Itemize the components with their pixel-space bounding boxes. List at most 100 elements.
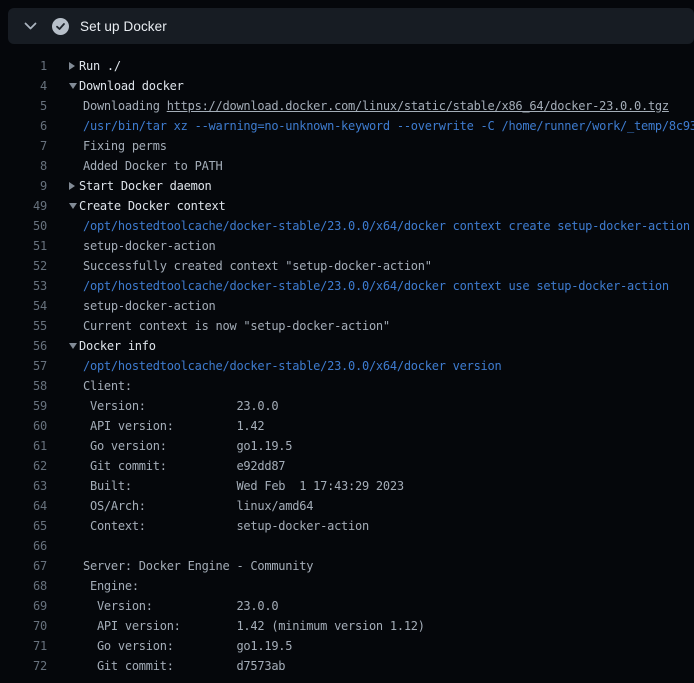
line-number[interactable]: 68 <box>0 576 47 596</box>
group-title: Start Docker daemon <box>79 176 212 196</box>
triangle-down-icon[interactable] <box>69 203 77 209</box>
line-number[interactable]: 55 <box>0 316 47 336</box>
log-line: 50/opt/hostedtoolcache/docker-stable/23.… <box>0 216 694 236</box>
log-line: 59 Version: 23.0.0 <box>0 396 694 416</box>
line-number[interactable]: 59 <box>0 396 47 416</box>
line-number[interactable]: 60 <box>0 416 47 436</box>
line-number[interactable]: 50 <box>0 216 47 236</box>
line-number[interactable]: 64 <box>0 496 47 516</box>
log-text: Engine: <box>83 576 139 596</box>
log-line: 71 Go version: go1.19.5 <box>0 636 694 656</box>
log-text: Current context is now "setup-docker-act… <box>83 316 390 336</box>
log-command: /opt/hostedtoolcache/docker-stable/23.0.… <box>83 276 669 296</box>
line-number[interactable]: 49 <box>0 196 47 216</box>
line-number[interactable]: 5 <box>0 96 47 116</box>
log-line: 8 Added Docker to PATH <box>0 156 694 176</box>
group-title: Docker info <box>79 336 156 356</box>
log-line: 64 OS/Arch: linux/amd64 <box>0 496 694 516</box>
log-group-row[interactable]: 9 Start Docker daemon <box>0 176 694 196</box>
log-command: /usr/bin/tar xz --warning=no-unknown-key… <box>83 116 694 136</box>
log-group-row[interactable]: 56 Docker info <box>0 336 694 356</box>
line-number[interactable]: 72 <box>0 656 47 676</box>
log-text: Context: setup-docker-action <box>83 516 369 536</box>
line-number[interactable]: 65 <box>0 516 47 536</box>
log-text: API version: 1.42 <box>83 416 264 436</box>
log-text-part: Downloading <box>83 99 167 113</box>
chevron-down-icon[interactable] <box>24 22 37 31</box>
log-line: 61 Go version: go1.19.5 <box>0 436 694 456</box>
log-group-row[interactable]: 1 Run ./ <box>0 56 694 76</box>
log-command: /opt/hostedtoolcache/docker-stable/23.0.… <box>83 356 501 376</box>
line-number[interactable]: 57 <box>0 356 47 376</box>
line-number[interactable]: 52 <box>0 256 47 276</box>
line-number[interactable]: 58 <box>0 376 47 396</box>
line-number[interactable]: 66 <box>0 536 47 556</box>
step-header-set-up-docker[interactable]: Set up Docker <box>8 8 694 44</box>
log-line: 62 Git commit: e92dd87 <box>0 456 694 476</box>
line-number[interactable]: 6 <box>0 116 47 136</box>
log-text: setup-docker-action <box>83 296 216 316</box>
line-number[interactable]: 53 <box>0 276 47 296</box>
log-line: 68 Engine: <box>0 576 694 596</box>
log-command: /opt/hostedtoolcache/docker-stable/23.0.… <box>83 216 690 236</box>
log-line: 63 Built: Wed Feb 1 17:43:29 2023 <box>0 476 694 496</box>
line-number[interactable]: 63 <box>0 476 47 496</box>
log-text: API version: 1.42 (minimum version 1.12) <box>83 616 425 636</box>
log-line: 70 API version: 1.42 (minimum version 1.… <box>0 616 694 636</box>
log-text: Successfully created context "setup-dock… <box>83 256 432 276</box>
line-number[interactable]: 7 <box>0 136 47 156</box>
log-text: Version: 23.0.0 <box>83 396 278 416</box>
log-line: 58Client: <box>0 376 694 396</box>
log-line: 51 setup-docker-action <box>0 236 694 256</box>
log-text: Go version: go1.19.5 <box>83 636 292 656</box>
line-number[interactable]: 1 <box>0 56 47 76</box>
line-number[interactable]: 71 <box>0 636 47 656</box>
log-lines: 1 Run ./ 4 Download docker 5 Downloading http… <box>0 56 694 676</box>
log-line: 67 Server: Docker Engine - Community <box>0 556 694 576</box>
log-line: 6/usr/bin/tar xz --warning=no-unknown-ke… <box>0 116 694 136</box>
line-number[interactable]: 4 <box>0 76 47 96</box>
log-text: Downloading https://download.docker.com/… <box>83 96 669 116</box>
log-line: 66 <box>0 536 694 556</box>
line-number[interactable]: 69 <box>0 596 47 616</box>
group-title: Run ./ <box>79 56 121 76</box>
check-circle-icon <box>52 18 69 35</box>
log-text: setup-docker-action <box>83 236 216 256</box>
line-number[interactable]: 54 <box>0 296 47 316</box>
log-line: 60 API version: 1.42 <box>0 416 694 436</box>
log-text: Fixing perms <box>83 136 167 156</box>
line-number[interactable]: 70 <box>0 616 47 636</box>
line-number[interactable]: 62 <box>0 456 47 476</box>
log-text: Git commit: d7573ab <box>83 656 285 676</box>
line-number[interactable]: 9 <box>0 176 47 196</box>
log-link[interactable]: https://download.docker.com/linux/static… <box>167 99 669 113</box>
log-text: Added Docker to PATH <box>83 156 223 176</box>
log-text: Version: 23.0.0 <box>83 596 278 616</box>
step-title: Set up Docker <box>80 19 167 34</box>
triangle-right-icon[interactable] <box>69 182 75 190</box>
log-text: Server: Docker Engine - Community <box>83 556 313 576</box>
line-number[interactable]: 67 <box>0 556 47 576</box>
triangle-down-icon[interactable] <box>69 83 77 89</box>
log-line: 53/opt/hostedtoolcache/docker-stable/23.… <box>0 276 694 296</box>
log-line: 52 Successfully created context "setup-do… <box>0 256 694 276</box>
triangle-right-icon[interactable] <box>69 62 75 70</box>
group-title: Download docker <box>79 76 184 96</box>
log-line: 72 Git commit: d7573ab <box>0 656 694 676</box>
line-number[interactable]: 61 <box>0 436 47 456</box>
log-line: 69 Version: 23.0.0 <box>0 596 694 616</box>
line-number[interactable]: 8 <box>0 156 47 176</box>
group-title: Create Docker context <box>79 196 225 216</box>
log-line: 54 setup-docker-action <box>0 296 694 316</box>
log-line: 5 Downloading https://download.docker.com… <box>0 96 694 116</box>
log-text: OS/Arch: linux/amd64 <box>83 496 313 516</box>
line-number[interactable]: 51 <box>0 236 47 256</box>
log-text: Go version: go1.19.5 <box>83 436 292 456</box>
line-number[interactable]: 56 <box>0 336 47 356</box>
log-group-row[interactable]: 49 Create Docker context <box>0 196 694 216</box>
log-line: 7 Fixing perms <box>0 136 694 156</box>
log-line: 65 Context: setup-docker-action <box>0 516 694 536</box>
log-text: Git commit: e92dd87 <box>83 456 285 476</box>
log-group-row[interactable]: 4 Download docker <box>0 76 694 96</box>
triangle-down-icon[interactable] <box>69 343 77 349</box>
